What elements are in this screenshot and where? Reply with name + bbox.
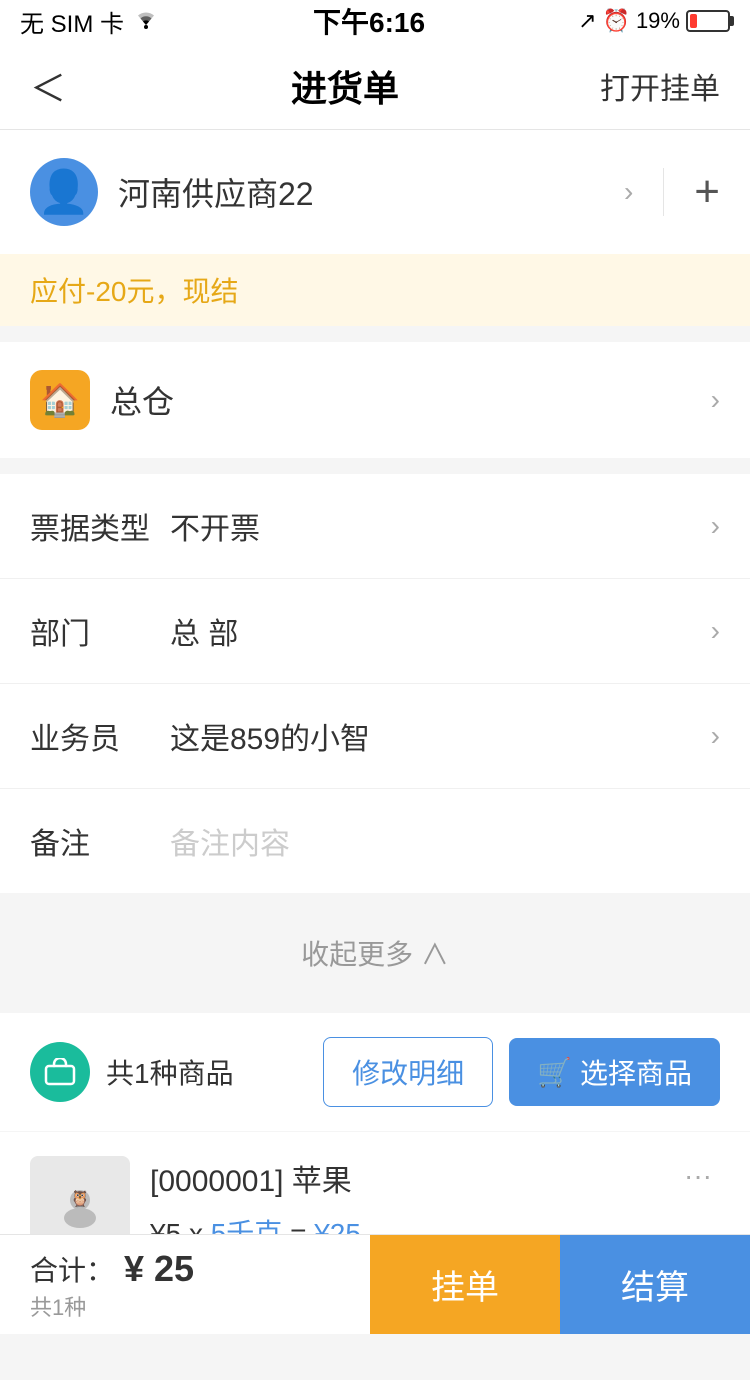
- remark-input[interactable]: 备注内容: [170, 819, 720, 863]
- wifi-icon: [132, 7, 160, 36]
- nav-bar: ＜ 进货单 打开挂单: [0, 42, 750, 130]
- supplier-name: 河南供应商22: [118, 169, 624, 215]
- invoice-row[interactable]: 票据类型 不开票 ›: [0, 474, 750, 579]
- open-hang-button[interactable]: 打开挂单: [600, 64, 720, 108]
- supplier-right: › +: [624, 168, 720, 216]
- back-button[interactable]: ＜: [30, 60, 90, 112]
- select-product-button[interactable]: 🛒 选择商品: [509, 1038, 720, 1106]
- dept-chevron-icon: ›: [711, 615, 720, 647]
- total-label: 合计： ¥ 25: [30, 1248, 340, 1290]
- sales-row[interactable]: 业务员 这是859的小智 ›: [0, 684, 750, 789]
- product-header: 共1种商品 修改明细 🛒 选择商品: [0, 1013, 750, 1131]
- total-sub: 共1种: [30, 1290, 340, 1322]
- remark-row[interactable]: 备注 备注内容: [0, 789, 750, 893]
- total-section: 合计： ¥ 25 共1种: [0, 1235, 370, 1334]
- dept-label: 部门: [30, 609, 150, 653]
- select-product-label: 选择商品: [580, 1052, 692, 1092]
- warehouse-chevron-icon: ›: [711, 384, 720, 416]
- product-more-button[interactable]: ···: [676, 1156, 720, 1196]
- warehouse-icon: 🏠: [30, 370, 90, 430]
- product-count-text: 共1种商品: [106, 1052, 323, 1092]
- status-bar: 无 SIM 卡 下午6:16 ↗ ⏰ 19%: [0, 0, 750, 42]
- alert-banner: 应付-20元，现结: [0, 254, 750, 326]
- alert-text: 应付-20元，现结: [30, 276, 238, 307]
- select-product-icon: 🛒: [537, 1056, 572, 1089]
- carrier-text: 无 SIM 卡: [20, 4, 124, 39]
- location-icon: ↗: [578, 8, 596, 34]
- status-right: ↗ ⏰ 19%: [578, 8, 730, 34]
- dept-row[interactable]: 部门 总 部 ›: [0, 579, 750, 684]
- alarm-icon: ⏰: [603, 8, 630, 34]
- status-left: 无 SIM 卡: [20, 4, 160, 39]
- supplier-card: 👤 河南供应商22 › + 应付-20元，现结: [0, 130, 750, 326]
- page-title: 进货单: [291, 60, 399, 112]
- supplier-row[interactable]: 👤 河南供应商22 › +: [0, 130, 750, 254]
- checkout-button[interactable]: 结算: [560, 1235, 750, 1334]
- bottom-bar: 合计： ¥ 25 共1种 挂单 结算: [0, 1234, 750, 1334]
- product-count-icon: [30, 1042, 90, 1102]
- sales-label: 业务员: [30, 714, 150, 758]
- remark-label: 备注: [30, 819, 150, 863]
- total-amount: ¥ 25: [124, 1248, 194, 1290]
- battery-icon: [686, 10, 730, 32]
- collapse-row[interactable]: 收起更多 ∧: [0, 909, 750, 997]
- invoice-value: 不开票: [170, 504, 711, 548]
- chevron-right-icon: ›: [624, 176, 633, 208]
- warehouse-name: 总仓: [110, 377, 711, 423]
- edit-detail-button[interactable]: 修改明细: [323, 1037, 493, 1107]
- total-label-text: 合计：: [30, 1249, 114, 1289]
- sales-chevron-icon: ›: [711, 720, 720, 752]
- sales-value: 这是859的小智: [170, 714, 711, 758]
- collapse-label: 收起更多 ∧: [301, 939, 449, 970]
- content-area: 👤 河南供应商22 › + 应付-20元，现结 🏠 总仓 › 票据类型 不开票 …: [0, 130, 750, 1380]
- add-supplier-button[interactable]: +: [694, 170, 720, 214]
- product-name: [0000001] 苹果: [150, 1156, 676, 1200]
- supplier-avatar: 👤: [30, 158, 98, 226]
- warehouse-card[interactable]: 🏠 总仓 ›: [0, 342, 750, 458]
- svg-text:🦉: 🦉: [70, 1190, 90, 1208]
- status-time: 下午6:16: [313, 1, 425, 41]
- invoice-chevron-icon: ›: [711, 510, 720, 542]
- battery-percent: 19%: [636, 8, 680, 34]
- form-card: 票据类型 不开票 › 部门 总 部 › 业务员 这是859的小智 › 备注 备注…: [0, 474, 750, 893]
- divider: [663, 168, 664, 216]
- dept-value: 总 部: [170, 609, 711, 653]
- invoice-label: 票据类型: [30, 504, 150, 548]
- hang-button[interactable]: 挂单: [370, 1235, 560, 1334]
